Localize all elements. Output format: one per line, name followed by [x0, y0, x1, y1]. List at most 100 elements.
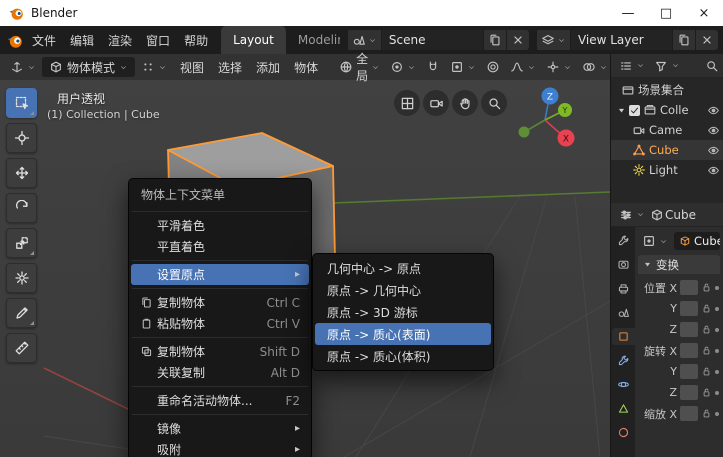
blender-app-icon[interactable] [6, 32, 23, 49]
grid-nav-button[interactable] [394, 90, 420, 116]
workspace-tab[interactable]: Layout [221, 26, 286, 54]
value-field[interactable] [680, 301, 698, 316]
context-menu-item[interactable]: 复制物体 Ctrl C [131, 292, 309, 313]
animate-decorator-dot[interactable] [715, 327, 719, 332]
move-tool[interactable] [6, 158, 37, 188]
value-field[interactable] [680, 364, 698, 379]
tab-tool[interactable] [612, 232, 635, 249]
lock-icon[interactable] [701, 408, 712, 419]
submenu-item[interactable]: 原点 -> 质心(表面) [315, 323, 491, 345]
context-menu-item[interactable]: 复制物体 Shift D [131, 341, 309, 362]
tab-scene[interactable] [612, 304, 635, 321]
expander-arrow-icon[interactable] [617, 106, 626, 115]
falloff-dropdown[interactable] [506, 57, 540, 77]
value-field[interactable] [680, 385, 698, 400]
lock-icon[interactable] [701, 366, 712, 377]
cursor-tool[interactable] [6, 123, 37, 153]
submenu-item[interactable]: 原点 -> 几何中心 [315, 279, 491, 301]
tab-object[interactable] [611, 328, 635, 345]
outliner-row[interactable]: Light [611, 160, 723, 180]
tab-output[interactable] [612, 280, 635, 297]
outliner-row[interactable]: 场景集合 [611, 80, 723, 100]
new-scene-button[interactable] [483, 30, 506, 50]
pivot-point-dropdown[interactable] [386, 57, 420, 77]
context-menu-item[interactable]: 设置原点 ▸ [131, 264, 309, 285]
animate-decorator-dot[interactable] [715, 411, 719, 416]
remove-view-layer-button[interactable] [696, 30, 718, 50]
lock-icon[interactable] [701, 324, 712, 335]
main-menu-item[interactable]: 编辑 [63, 29, 101, 52]
context-menu-item[interactable]: 平直着色 [131, 236, 309, 257]
animate-decorator-dot[interactable] [715, 369, 719, 374]
tab-material[interactable] [612, 424, 635, 441]
tab-physics[interactable] [612, 376, 635, 393]
viewport-menu-item[interactable]: 物体 [287, 56, 325, 79]
context-menu-item[interactable]: 重命名活动物体... F2 [131, 390, 309, 411]
eye-icon[interactable] [707, 124, 720, 137]
submenu-item[interactable]: 几何中心 -> 原点 [315, 257, 491, 279]
value-field[interactable] [680, 280, 698, 295]
navigation-gizmo[interactable]: Z Y X [505, 82, 585, 162]
properties-editor-dropdown[interactable] [615, 205, 649, 225]
mode-dropdown[interactable]: 物体模式 [42, 57, 136, 77]
value-field[interactable] [680, 343, 698, 358]
lock-icon[interactable] [701, 345, 712, 356]
minimize-button[interactable]: — [609, 0, 647, 26]
main-menu-item[interactable]: 渲染 [101, 29, 139, 52]
show-gizmo-dropdown[interactable] [542, 57, 576, 77]
outliner-editor-dropdown[interactable] [615, 56, 649, 76]
unlink-scene-button[interactable] [506, 30, 529, 50]
lock-icon[interactable] [701, 282, 712, 293]
value-field[interactable] [680, 322, 698, 337]
context-menu-item[interactable]: 吸附 ▸ [131, 439, 309, 457]
transform-orientation-dropdown[interactable]: 全局 [335, 47, 384, 87]
transform-section-header[interactable]: 变换 [638, 255, 720, 274]
snap-toggle[interactable] [422, 57, 444, 77]
editor-type-dropdown[interactable] [6, 57, 40, 77]
snap-target-dropdown[interactable] [446, 57, 480, 77]
gizmo-y-negative[interactable] [518, 126, 530, 138]
main-menu-item[interactable]: 帮助 [177, 29, 215, 52]
hand-nav-button[interactable] [452, 90, 478, 116]
object-name-field[interactable]: Cube [674, 232, 720, 250]
overlays-dropdown[interactable] [578, 57, 612, 77]
animate-decorator-dot[interactable] [715, 306, 719, 311]
main-menu-item[interactable]: 文件 [25, 29, 63, 52]
annotate-tool[interactable] [6, 298, 37, 328]
tab-render[interactable] [612, 256, 635, 273]
context-menu-item[interactable]: 粘贴物体 Ctrl V [131, 313, 309, 334]
workspace-tab[interactable]: Modelin [286, 26, 340, 54]
context-menu-item[interactable]: 关联复制 Alt D [131, 362, 309, 383]
viewport-menu-item[interactable]: 视图 [173, 56, 211, 79]
viewport-menu-item[interactable]: 添加 [249, 56, 287, 79]
lock-icon[interactable] [701, 387, 712, 398]
close-button[interactable]: × [685, 0, 723, 26]
outliner-filter-dropdown[interactable] [650, 56, 684, 76]
eye-icon[interactable] [707, 164, 720, 177]
main-menu-item[interactable]: 窗口 [139, 29, 177, 52]
search-icon[interactable] [705, 59, 719, 73]
measure-tool[interactable] [6, 333, 37, 363]
submenu-item[interactable]: 原点 -> 质心(体积) [315, 345, 491, 367]
lock-icon[interactable] [701, 303, 712, 314]
view-layer-browse-button[interactable] [536, 30, 570, 50]
value-field[interactable] [680, 406, 698, 421]
object-dropdown[interactable] [638, 231, 672, 251]
outliner-row[interactable]: Colle [611, 100, 723, 120]
tab-data[interactable] [612, 400, 635, 417]
outliner-row[interactable]: Came [611, 120, 723, 140]
select-box-tool[interactable] [6, 88, 37, 118]
checkbox[interactable] [629, 104, 640, 116]
submenu-item[interactable]: 原点 -> 3D 游标 [315, 301, 491, 323]
transform-tool[interactable] [6, 263, 37, 293]
eye-icon[interactable] [707, 144, 720, 157]
view-layer-name[interactable]: View Layer [570, 30, 672, 50]
scene-name[interactable]: Scene [381, 30, 483, 50]
tab-modifiers[interactable] [612, 352, 635, 369]
new-view-layer-button[interactable] [673, 30, 695, 50]
animate-decorator-dot[interactable] [715, 285, 719, 290]
eye-icon[interactable] [707, 104, 720, 117]
outliner-row[interactable]: Cube [611, 140, 723, 160]
viewport-menu-item[interactable]: 选择 [211, 56, 249, 79]
mode-options-dropdown[interactable] [137, 57, 171, 77]
